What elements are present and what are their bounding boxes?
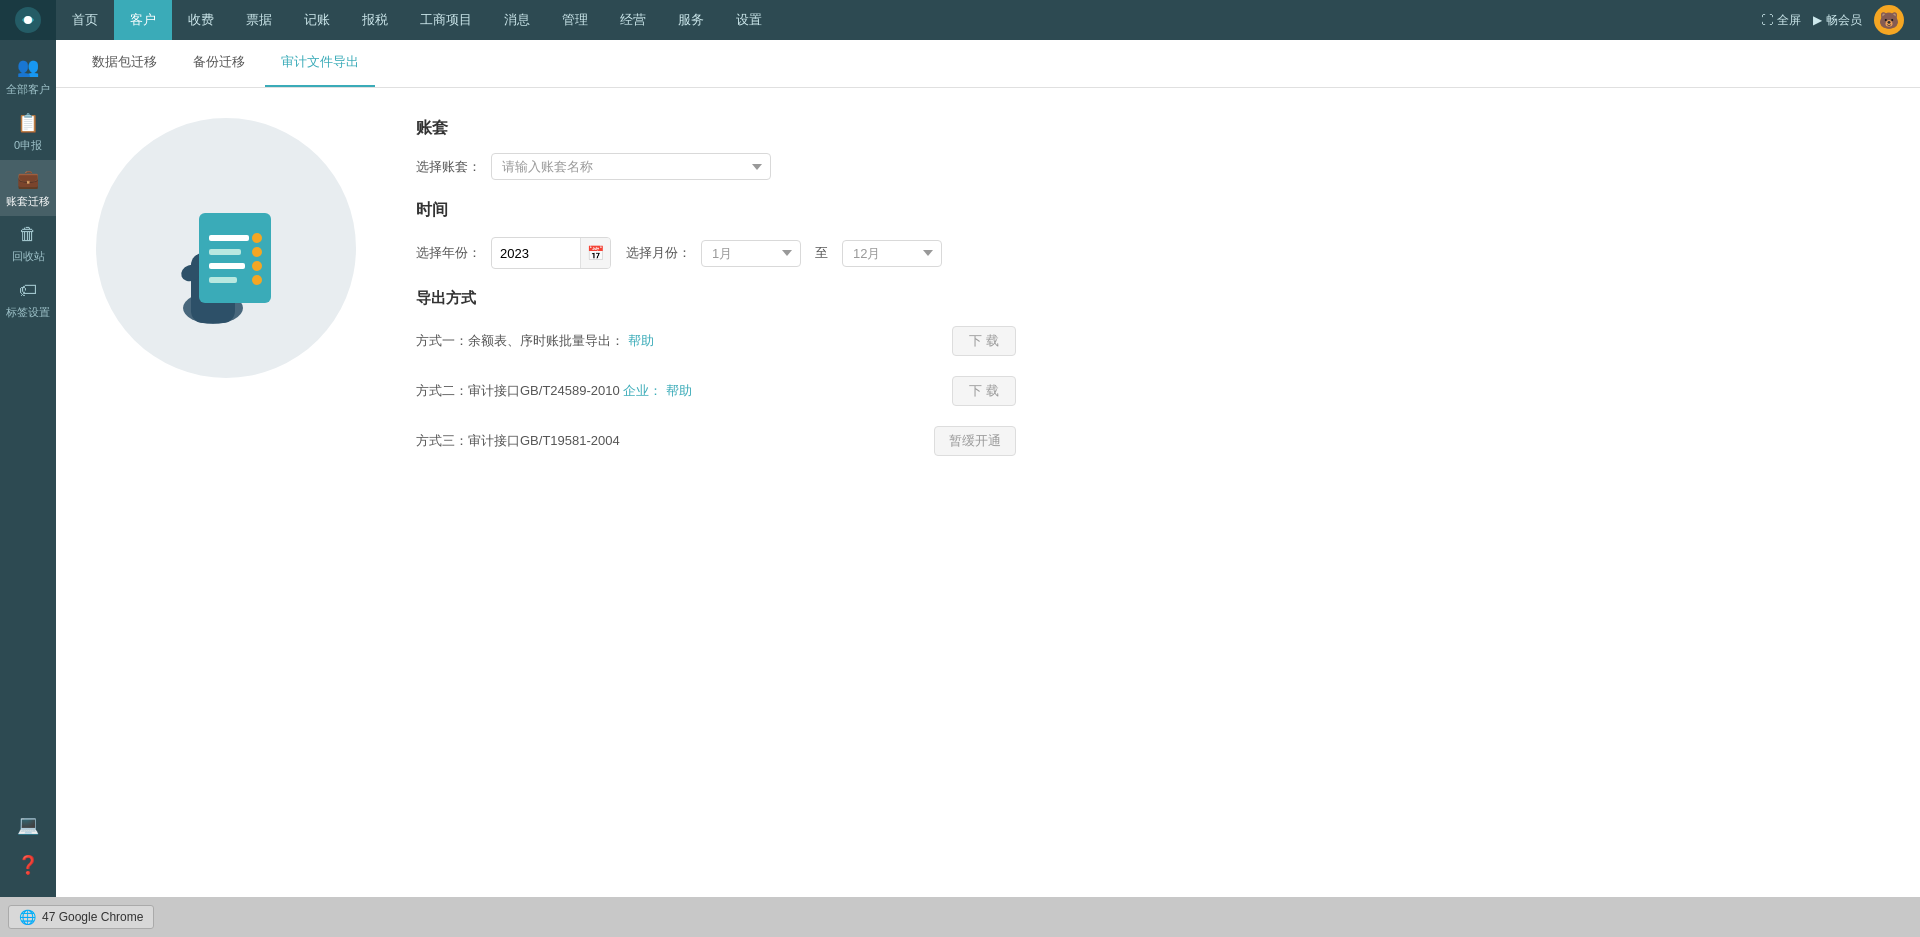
main-layout: 👥 全部客户 📋 0申报 💼 账套迁移 🗑 回收站 🏷 标签设置 💻 ❓ xyxy=(0,40,1920,897)
tab-audit-export[interactable]: 审计文件导出 xyxy=(265,40,375,87)
fullscreen-icon: ⛶ xyxy=(1761,13,1773,27)
top-navigation: 首页客户收费票据记账报税工商项目消息管理经营服务设置 ⛶ 全屏 ▶ 畅会员 🐻 xyxy=(0,0,1920,40)
nav-item-service[interactable]: 服务 xyxy=(662,0,720,40)
play-icon: ▶ xyxy=(1813,13,1822,27)
svg-point-1 xyxy=(24,16,32,24)
year-input[interactable] xyxy=(492,241,580,266)
account-select[interactable]: 请输入账套名称 xyxy=(491,153,771,180)
recycle-icon: 🗑 xyxy=(19,224,37,245)
export-method-3-row: 方式三：审计接口GB/T19581-2004 暂缓开通 xyxy=(416,426,1016,456)
clients-icon: 👥 xyxy=(17,56,39,78)
nav-item-client[interactable]: 客户 xyxy=(114,0,172,40)
svg-point-11 xyxy=(252,247,262,257)
svg-point-13 xyxy=(252,275,262,285)
method-1-download-btn[interactable]: 下 载 xyxy=(952,326,1016,356)
nav-item-business[interactable]: 工商项目 xyxy=(404,0,488,40)
time-section-title: 时间 xyxy=(416,200,1016,221)
illustration xyxy=(96,118,356,378)
sidebar-item-all-clients[interactable]: 👥 全部客户 xyxy=(0,48,56,104)
year-input-wrap: 📅 xyxy=(491,237,611,269)
method-3-label: 方式三：审计接口GB/T19581-2004 xyxy=(416,432,934,450)
nav-item-operation[interactable]: 经营 xyxy=(604,0,662,40)
declare-icon: 📋 xyxy=(17,112,39,134)
export-method-2-row: 方式二：审计接口GB/T24589-2010 企业： 帮助 下 载 xyxy=(416,376,1016,406)
to-text: 至 xyxy=(815,244,828,262)
nav-item-accounting[interactable]: 记账 xyxy=(288,0,346,40)
migrate-icon: 💼 xyxy=(17,168,39,190)
nav-item-tax[interactable]: 报税 xyxy=(346,0,404,40)
nav-item-settings[interactable]: 设置 xyxy=(720,0,778,40)
year-label: 选择年份： xyxy=(416,244,481,262)
page-content: 账套 选择账套： 请输入账套名称 时间 选择年份： 📅 xyxy=(56,88,1920,897)
avatar[interactable]: 🐻 xyxy=(1874,5,1904,35)
account-section-title: 账套 xyxy=(416,118,1016,139)
chrome-icon: 🌐 xyxy=(19,909,36,925)
form-container: 账套 选择账套： 请输入账套名称 时间 选择年份： 📅 xyxy=(96,118,1880,476)
month-label: 选择月份： xyxy=(621,244,691,262)
account-row: 选择账套： 请输入账套名称 xyxy=(416,153,1016,180)
svg-rect-8 xyxy=(209,263,245,269)
help-icon-btn[interactable]: ❓ xyxy=(12,849,44,881)
sidebar-bottom: 💻 ❓ xyxy=(12,809,44,881)
method-1-help-link[interactable]: 帮助 xyxy=(628,333,654,348)
nav-item-home[interactable]: 首页 xyxy=(56,0,114,40)
nav-item-message[interactable]: 消息 xyxy=(488,0,546,40)
time-row: 选择年份： 📅 选择月份： 1月 2月 3月 4月 5月 6月 xyxy=(416,237,1016,269)
nav-item-manage[interactable]: 管理 xyxy=(546,0,604,40)
fullscreen-btn[interactable]: ⛶ 全屏 xyxy=(1761,12,1801,29)
svg-rect-5 xyxy=(199,213,271,303)
tab-data-migrate[interactable]: 数据包迁移 xyxy=(76,40,173,87)
svg-point-10 xyxy=(252,233,262,243)
sidebar-item-tag-settings[interactable]: 🏷 标签设置 xyxy=(0,272,56,328)
sidebar-item-recycle[interactable]: 🗑 回收站 xyxy=(0,216,56,272)
export-section-title: 导出方式 xyxy=(416,289,1016,308)
sidebar-item-zero-declare[interactable]: 📋 0申报 xyxy=(0,104,56,160)
month-end-select[interactable]: 1月 2月 3月 4月 5月 6月 7月 8月 9月 10月 11月 12月 xyxy=(842,240,942,267)
export-method-1-row: 方式一：余额表、序时账批量导出： 帮助 下 载 xyxy=(416,326,1016,356)
taskbar: 🌐 47 Google Chrome xyxy=(0,897,1920,937)
content-area: 数据包迁移 备份迁移 审计文件导出 xyxy=(56,40,1920,897)
method-1-label: 方式一：余额表、序时账批量导出： 帮助 xyxy=(416,332,952,350)
tag-icon: 🏷 xyxy=(19,280,37,301)
tab-backup-migrate[interactable]: 备份迁移 xyxy=(177,40,261,87)
method-3-temp-btn[interactable]: 暂缓开通 xyxy=(934,426,1016,456)
method-2-help-link[interactable]: 帮助 xyxy=(666,383,692,398)
svg-rect-6 xyxy=(209,235,249,241)
nav-item-invoice[interactable]: 票据 xyxy=(230,0,288,40)
account-select-label: 选择账套： xyxy=(416,158,481,176)
nav-item-fee[interactable]: 收费 xyxy=(172,0,230,40)
method-2-download-btn[interactable]: 下 载 xyxy=(952,376,1016,406)
calendar-icon[interactable]: 📅 xyxy=(580,238,610,268)
app-logo[interactable] xyxy=(0,0,56,40)
month-start-select[interactable]: 1月 2月 3月 4月 5月 6月 7月 8月 9月 10月 11月 12月 xyxy=(701,240,801,267)
svg-rect-7 xyxy=(209,249,241,255)
svg-point-12 xyxy=(252,261,262,271)
form-section: 账套 选择账套： 请输入账套名称 时间 选择年份： 📅 xyxy=(416,118,1016,476)
taskbar-chrome[interactable]: 🌐 47 Google Chrome xyxy=(8,905,154,929)
member-btn[interactable]: ▶ 畅会员 xyxy=(1813,12,1862,29)
top-nav-right: ⛶ 全屏 ▶ 畅会员 🐻 xyxy=(1761,5,1920,35)
svg-rect-9 xyxy=(209,277,237,283)
method-2-enterprise-text[interactable]: 企业： xyxy=(623,383,662,398)
monitor-icon-btn[interactable]: 💻 xyxy=(12,809,44,841)
tabs-header: 数据包迁移 备份迁移 审计文件导出 xyxy=(56,40,1920,88)
method-2-label: 方式二：审计接口GB/T24589-2010 企业： 帮助 xyxy=(416,382,952,400)
sidebar-item-account-migrate[interactable]: 💼 账套迁移 xyxy=(0,160,56,216)
nav-items: 首页客户收费票据记账报税工商项目消息管理经营服务设置 xyxy=(56,0,1761,40)
sidebar: 👥 全部客户 📋 0申报 💼 账套迁移 🗑 回收站 🏷 标签设置 💻 ❓ xyxy=(0,40,56,897)
